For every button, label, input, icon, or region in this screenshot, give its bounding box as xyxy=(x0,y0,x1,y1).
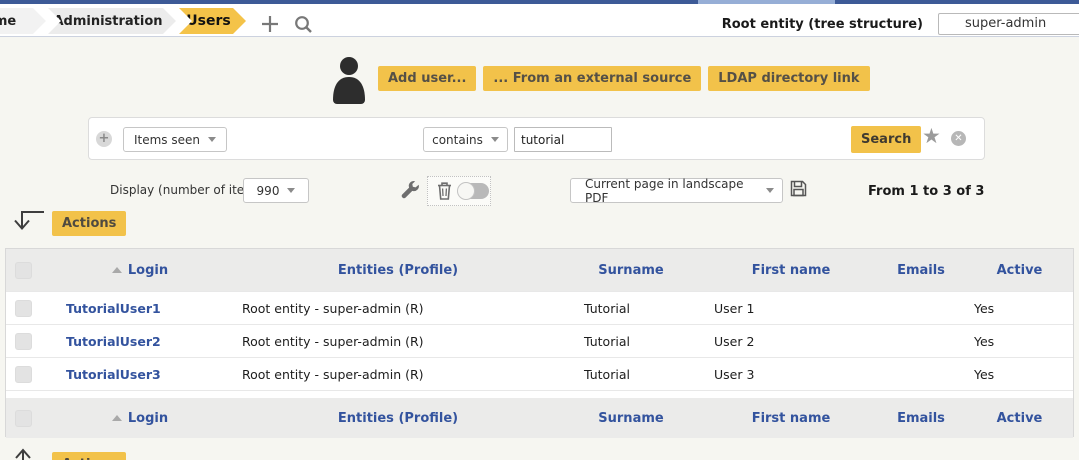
add-user-external-source-button[interactable]: ... From an external source xyxy=(483,66,701,91)
column-footer-entities-label: Entities (Profile) xyxy=(338,411,458,426)
scroll-to-top-arrow-icon[interactable] xyxy=(10,444,38,460)
sort-asc-icon xyxy=(112,267,122,273)
login-link[interactable]: TutorialUser2 xyxy=(40,334,240,349)
column-header-surname-label: Surname xyxy=(598,263,663,278)
search-value-input[interactable] xyxy=(514,127,612,152)
column-footer-login-label: Login xyxy=(128,411,168,426)
pagination-range: From 1 to 3 of 3 xyxy=(868,184,984,199)
column-footer-emails[interactable]: Emails xyxy=(876,411,966,426)
column-footer-active[interactable]: Active xyxy=(966,411,1073,426)
save-export-icon[interactable] xyxy=(789,179,808,198)
table-row: TutorialUser3 Root entity - super-admin … xyxy=(6,357,1073,390)
column-footer-surname-label: Surname xyxy=(598,411,663,426)
breadcrumb-home-label: me xyxy=(0,14,16,29)
search-operator-select-value: contains xyxy=(432,133,483,147)
first-name-cell: User 3 xyxy=(706,367,876,382)
add-user-button[interactable]: Add user... xyxy=(378,66,476,91)
export-format-value: Current page in landscape PDF xyxy=(585,177,758,205)
column-footer-entities[interactable]: Entities (Profile) xyxy=(240,411,556,426)
breadcrumb-item-administration[interactable]: Administration xyxy=(48,8,176,34)
add-criterion-icon[interactable]: + xyxy=(96,131,112,147)
column-header-emails-label: Emails xyxy=(897,263,945,278)
table-footer-header-row: Login Entities (Profile) Surname First n… xyxy=(6,398,1073,438)
user-toolbar: Add user... ... From an external source … xyxy=(378,66,870,91)
column-header-active-label: Active xyxy=(997,263,1043,278)
clear-search-icon[interactable]: ✕ xyxy=(951,131,966,146)
users-table: Login Entities (Profile) Surname First n… xyxy=(5,248,1074,437)
row-checkbox[interactable] xyxy=(15,366,32,383)
column-footer-surname[interactable]: Surname xyxy=(556,411,706,426)
active-cell: Yes xyxy=(966,334,1073,349)
search-button[interactable]: Search xyxy=(851,126,921,153)
column-header-active[interactable]: Active xyxy=(966,263,1073,278)
actions-button-top[interactable]: Actions xyxy=(52,211,126,236)
selection-mode-toggle[interactable] xyxy=(459,183,489,199)
row-checkbox[interactable] xyxy=(15,300,32,317)
chevron-down-icon xyxy=(491,137,499,142)
chevron-down-icon xyxy=(766,188,774,193)
column-header-surname[interactable]: Surname xyxy=(556,263,706,278)
chevron-down-icon xyxy=(208,137,216,142)
display-count-select[interactable]: 990 xyxy=(243,178,309,203)
select-all-checkbox[interactable] xyxy=(15,262,32,279)
column-footer-first-name-label: First name xyxy=(752,411,831,426)
breadcrumb-item-users[interactable]: Users xyxy=(179,8,246,34)
scroll-to-bottom-arrow-icon[interactable] xyxy=(8,205,46,237)
entities-cell: Root entity - super-admin (R) xyxy=(240,367,556,382)
column-footer-emails-label: Emails xyxy=(897,411,945,426)
breadcrumb: me Administration Users Root entity (tre… xyxy=(0,4,1079,37)
favorite-star-icon[interactable]: ★ xyxy=(922,124,941,148)
chevron-down-icon xyxy=(287,188,295,193)
search-field-select-value: Items seen xyxy=(134,133,200,147)
entities-cell: Root entity - super-admin (R) xyxy=(240,301,556,316)
search-operator-select[interactable]: contains xyxy=(423,127,508,152)
search-field-select[interactable]: Items seen xyxy=(123,127,227,152)
select-all-checkbox[interactable] xyxy=(15,410,32,427)
surname-cell: Tutorial xyxy=(556,301,706,316)
column-footer-active-label: Active xyxy=(997,411,1043,426)
column-header-first-name-label: First name xyxy=(752,263,831,278)
surname-cell: Tutorial xyxy=(556,367,706,382)
column-header-login[interactable]: Login xyxy=(40,263,240,278)
column-header-entities-label: Entities (Profile) xyxy=(338,263,458,278)
column-header-entities[interactable]: Entities (Profile) xyxy=(240,263,556,278)
column-header-emails[interactable]: Emails xyxy=(876,263,966,278)
entities-cell: Root entity - super-admin (R) xyxy=(240,334,556,349)
first-name-cell: User 2 xyxy=(706,334,876,349)
breadcrumb-users-label: Users xyxy=(186,13,230,29)
table-spacer xyxy=(6,390,1073,398)
global-search-icon[interactable] xyxy=(293,14,314,35)
actions-button-bottom[interactable]: Actions xyxy=(52,452,126,460)
user-icon xyxy=(330,56,368,104)
export-format-select[interactable]: Current page in landscape PDF xyxy=(570,178,783,203)
column-footer-first-name[interactable]: First name xyxy=(706,411,876,426)
configure-list-wrench-icon[interactable] xyxy=(399,179,421,201)
breadcrumb-item-home[interactable]: me xyxy=(0,8,46,34)
trash-icon[interactable] xyxy=(436,181,453,201)
column-header-login-label: Login xyxy=(128,263,168,278)
toggle-knob xyxy=(457,182,475,200)
surname-cell: Tutorial xyxy=(556,334,706,349)
active-cell: Yes xyxy=(966,367,1073,382)
sort-asc-icon xyxy=(112,415,122,421)
ldap-directory-link-button[interactable]: LDAP directory link xyxy=(708,66,869,91)
table-header-row: Login Entities (Profile) Surname First n… xyxy=(6,249,1073,291)
add-tab-plus-icon[interactable] xyxy=(260,14,280,34)
row-checkbox[interactable] xyxy=(15,333,32,350)
logged-in-user-box[interactable]: super-admin xyxy=(938,13,1079,35)
bulk-actions-box xyxy=(427,176,491,206)
display-count-value: 990 xyxy=(257,184,280,198)
login-link[interactable]: TutorialUser1 xyxy=(40,301,240,316)
first-name-cell: User 1 xyxy=(706,301,876,316)
active-cell: Yes xyxy=(966,301,1073,316)
login-link[interactable]: TutorialUser3 xyxy=(40,367,240,382)
table-row: TutorialUser2 Root entity - super-admin … xyxy=(6,324,1073,357)
organization-label: Root entity (tree structure) xyxy=(722,17,923,32)
column-footer-login[interactable]: Login xyxy=(40,411,240,426)
breadcrumb-admin-label: Administration xyxy=(53,14,162,29)
column-header-first-name[interactable]: First name xyxy=(706,263,876,278)
table-row: TutorialUser1 Root entity - super-admin … xyxy=(6,291,1073,324)
